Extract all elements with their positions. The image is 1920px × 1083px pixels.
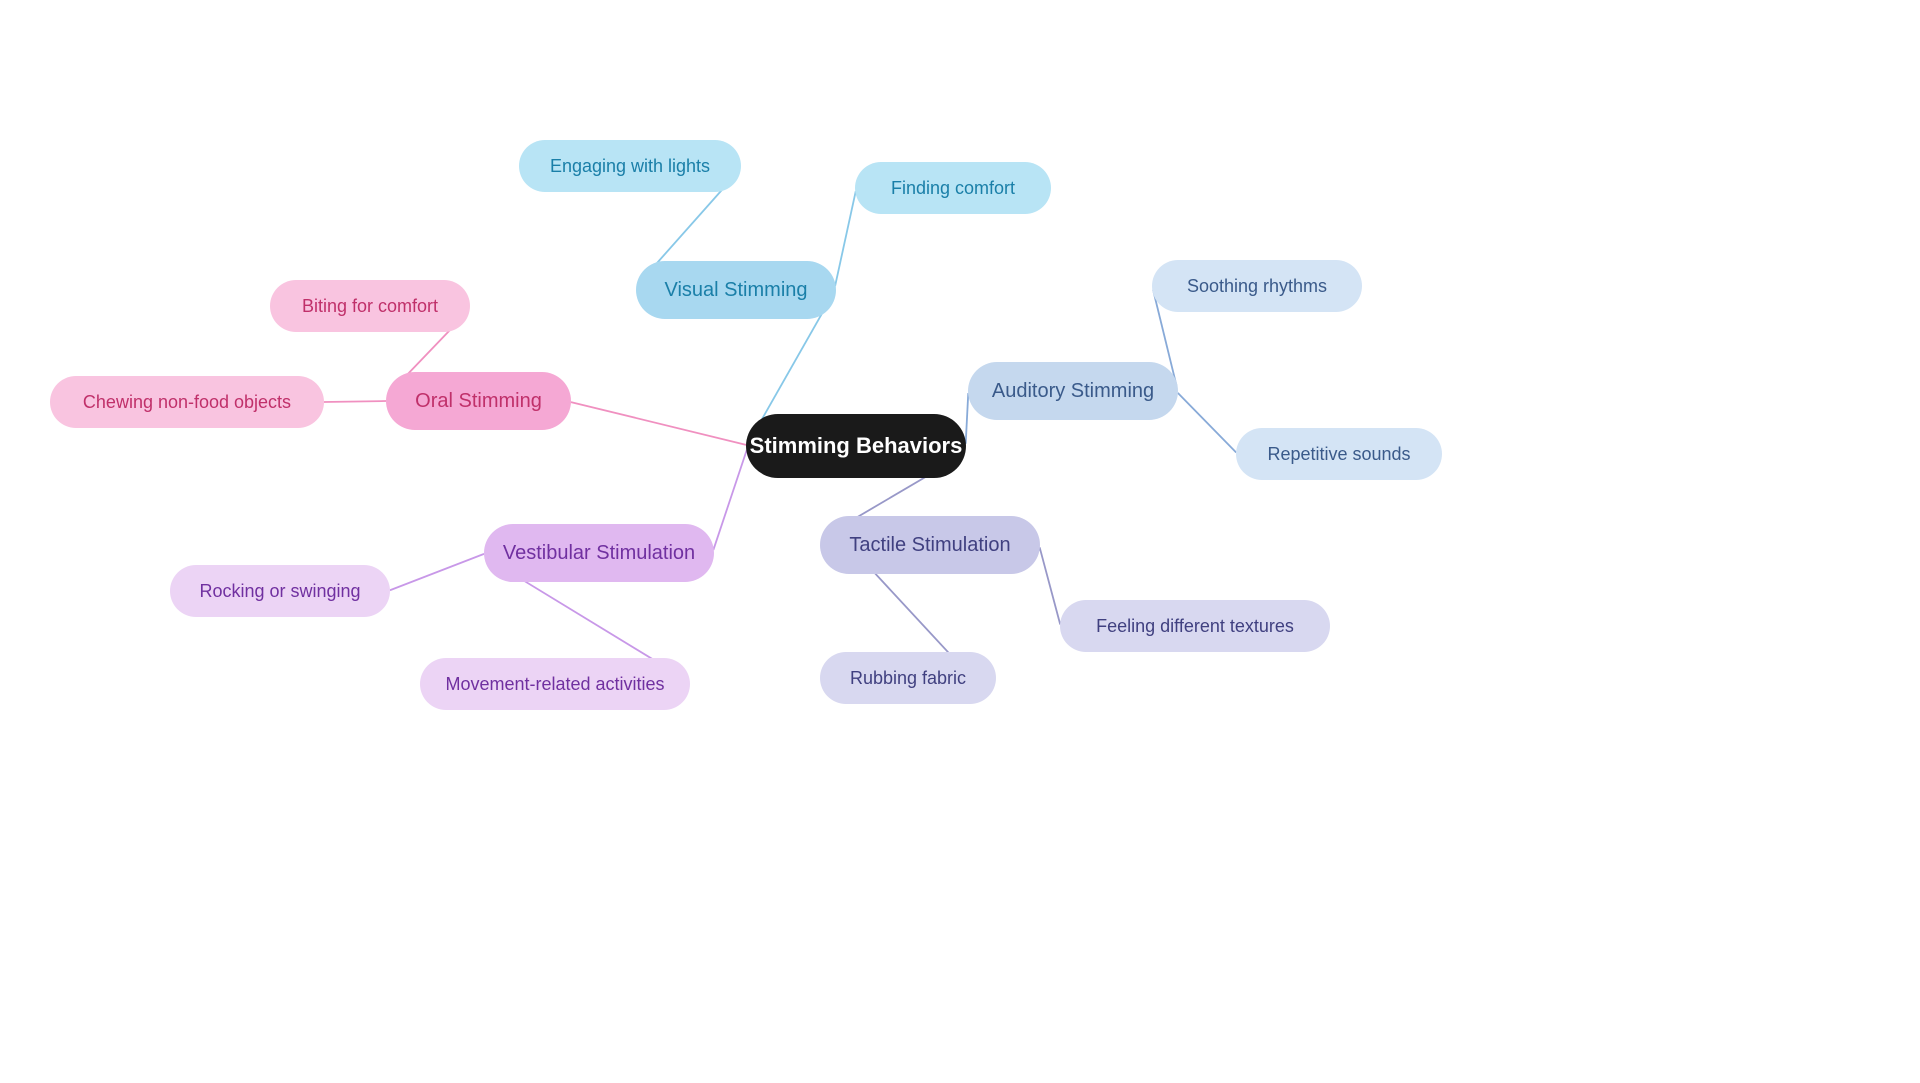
rocking-swinging-label: Rocking or swinging	[199, 581, 360, 602]
auditory-stimming-label: Auditory Stimming	[992, 380, 1154, 403]
tactile-stimulation-node: Tactile Stimulation	[820, 516, 1040, 574]
soothing-rhythms-label: Soothing rhythms	[1187, 276, 1327, 297]
oral-stimming-node: Oral Stimming	[386, 372, 571, 430]
movement-activities-label: Movement-related activities	[445, 674, 664, 695]
visual-stimming-node: Visual Stimming	[636, 261, 836, 319]
soothing-rhythms-node: Soothing rhythms	[1152, 260, 1362, 312]
rocking-swinging-node: Rocking or swinging	[170, 565, 390, 617]
auditory-stimming-node: Auditory Stimming	[968, 362, 1178, 420]
engaging-lights-node: Engaging with lights	[519, 140, 741, 192]
chewing-label: Chewing non-food objects	[83, 392, 291, 413]
movement-activities-node: Movement-related activities	[420, 658, 690, 710]
repetitive-sounds-label: Repetitive sounds	[1267, 444, 1410, 465]
vestibular-stimulation-node: Vestibular Stimulation	[484, 524, 714, 582]
biting-comfort-label: Biting for comfort	[302, 296, 438, 317]
chewing-node: Chewing non-food objects	[50, 376, 324, 428]
oral-stimming-label: Oral Stimming	[415, 390, 542, 413]
engaging-lights-label: Engaging with lights	[550, 156, 710, 177]
visual-stimming-label: Visual Stimming	[664, 279, 807, 302]
feeling-textures-node: Feeling different textures	[1060, 600, 1330, 652]
center-label: Stimming Behaviors	[750, 433, 963, 459]
feeling-textures-label: Feeling different textures	[1096, 616, 1294, 637]
rubbing-fabric-label: Rubbing fabric	[850, 668, 966, 689]
vestibular-stimulation-label: Vestibular Stimulation	[503, 542, 695, 565]
tactile-stimulation-label: Tactile Stimulation	[849, 534, 1010, 557]
rubbing-fabric-node: Rubbing fabric	[820, 652, 996, 704]
finding-comfort-node: Finding comfort	[855, 162, 1051, 214]
center-node: Stimming Behaviors	[746, 414, 966, 478]
biting-comfort-node: Biting for comfort	[270, 280, 470, 332]
repetitive-sounds-node: Repetitive sounds	[1236, 428, 1442, 480]
finding-comfort-label: Finding comfort	[891, 178, 1015, 199]
